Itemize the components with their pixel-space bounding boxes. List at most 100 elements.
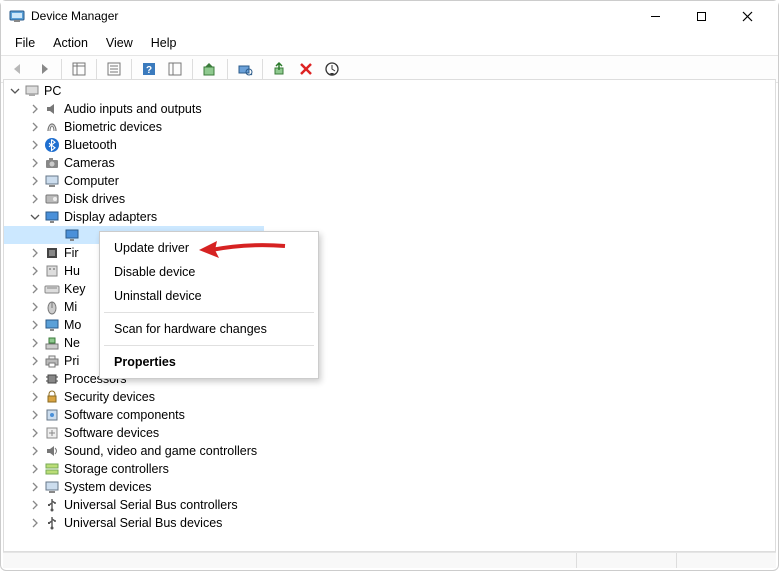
menu-disable-device[interactable]: Disable device (100, 260, 318, 284)
tree-item[interactable]: Software devices (4, 424, 775, 442)
tree-item-label: Mi (64, 298, 77, 316)
show-hide-tree-button[interactable] (68, 58, 90, 80)
swcomp-icon (44, 407, 60, 423)
tree-item-label: Display adapters (64, 208, 157, 226)
back-button[interactable] (7, 58, 29, 80)
tree-root[interactable]: PC (4, 82, 775, 100)
collapse-icon[interactable] (28, 210, 42, 224)
expand-icon[interactable] (28, 264, 42, 278)
menu-update-driver[interactable]: Update driver (100, 236, 318, 260)
tree-item[interactable]: Computer (4, 172, 775, 190)
expand-icon[interactable] (28, 480, 42, 494)
security-icon (44, 389, 60, 405)
tree-item[interactable]: Disk drives (4, 190, 775, 208)
properties-button[interactable] (103, 58, 125, 80)
expand-icon[interactable] (28, 120, 42, 134)
tree-item[interactable]: Security devices (4, 388, 775, 406)
tree-item-label: Fir (64, 244, 79, 262)
expand-icon[interactable] (28, 192, 42, 206)
menu-action[interactable]: Action (45, 33, 96, 53)
expand-icon[interactable] (28, 354, 42, 368)
help-button[interactable]: ? (138, 58, 160, 80)
expand-icon[interactable] (28, 246, 42, 260)
expand-icon[interactable] (28, 318, 42, 332)
tree-item[interactable]: Bluetooth (4, 136, 775, 154)
svg-text:?: ? (146, 65, 152, 76)
update-driver-button[interactable] (199, 58, 221, 80)
tree-item-label: Cameras (64, 154, 115, 172)
scan-button[interactable] (234, 58, 256, 80)
expand-icon[interactable] (28, 462, 42, 476)
tree-item-label: Key (64, 280, 86, 298)
menu-view[interactable]: View (98, 33, 141, 53)
toolbar-separator (227, 59, 228, 79)
menu-separator (104, 345, 314, 346)
expand-icon[interactable] (28, 174, 42, 188)
expand-icon[interactable] (28, 300, 42, 314)
window-buttons (632, 1, 770, 31)
tree-item-label: Hu (64, 262, 80, 280)
toolbar-separator (262, 59, 263, 79)
minimize-button[interactable] (632, 1, 678, 31)
tree-item[interactable]: Universal Serial Bus devices (4, 514, 775, 532)
tree-item-label: Mo (64, 316, 81, 334)
menu-help[interactable]: Help (143, 33, 185, 53)
expand-icon[interactable] (28, 390, 42, 404)
expand-icon[interactable] (28, 498, 42, 512)
expand-icon[interactable] (28, 156, 42, 170)
network-icon (44, 335, 60, 351)
tree-item-label: Disk drives (64, 190, 125, 208)
tree-item[interactable]: Audio inputs and outputs (4, 100, 775, 118)
maximize-button[interactable] (678, 1, 724, 31)
expand-icon[interactable] (28, 336, 42, 350)
menu-file[interactable]: File (7, 33, 43, 53)
audio-icon (44, 101, 60, 117)
action-button[interactable] (164, 58, 186, 80)
uninstall-button[interactable] (295, 58, 317, 80)
expand-icon[interactable] (28, 444, 42, 458)
usb-icon (44, 515, 60, 531)
tree-item[interactable]: System devices (4, 478, 775, 496)
keyboard-icon (44, 281, 60, 297)
disable-button[interactable] (321, 58, 343, 80)
enable-button[interactable] (269, 58, 291, 80)
menu-scan-hardware[interactable]: Scan for hardware changes (100, 317, 318, 341)
tree-item-label: Security devices (64, 388, 155, 406)
tree-item-label: Pri (64, 352, 79, 370)
expand-icon[interactable] (28, 282, 42, 296)
printer-icon (44, 353, 60, 369)
tree-item[interactable]: Cameras (4, 154, 775, 172)
close-button[interactable] (724, 1, 770, 31)
tree-item-label: Bluetooth (64, 136, 117, 154)
hid-icon (44, 263, 60, 279)
forward-button[interactable] (33, 58, 55, 80)
camera-icon (44, 155, 60, 171)
expand-icon[interactable] (28, 372, 42, 386)
toolbar-separator (192, 59, 193, 79)
firmware-icon (44, 245, 60, 261)
usb-icon (44, 497, 60, 513)
tree-item[interactable]: Display adapters (4, 208, 775, 226)
display-child-icon (64, 227, 80, 243)
tree-item[interactable]: Universal Serial Bus controllers (4, 496, 775, 514)
tree-item-label: Sound, video and game controllers (64, 442, 257, 460)
expand-icon[interactable] (28, 426, 42, 440)
window-title: Device Manager (31, 9, 632, 23)
tree-item[interactable]: Biometric devices (4, 118, 775, 136)
tree-item-label: Software components (64, 406, 185, 424)
expand-icon[interactable] (28, 408, 42, 422)
tree-item[interactable]: Storage controllers (4, 460, 775, 478)
disk-icon (44, 191, 60, 207)
tree-item-label: Storage controllers (64, 460, 169, 478)
collapse-icon[interactable] (8, 84, 22, 98)
biometric-icon (44, 119, 60, 135)
monitor-icon (44, 317, 60, 333)
menu-properties[interactable]: Properties (100, 350, 318, 374)
app-icon (9, 8, 25, 24)
expand-icon[interactable] (28, 102, 42, 116)
expand-icon[interactable] (28, 516, 42, 530)
menu-uninstall-device[interactable]: Uninstall device (100, 284, 318, 308)
tree-item[interactable]: Software components (4, 406, 775, 424)
expand-icon[interactable] (28, 138, 42, 152)
tree-item[interactable]: Sound, video and game controllers (4, 442, 775, 460)
